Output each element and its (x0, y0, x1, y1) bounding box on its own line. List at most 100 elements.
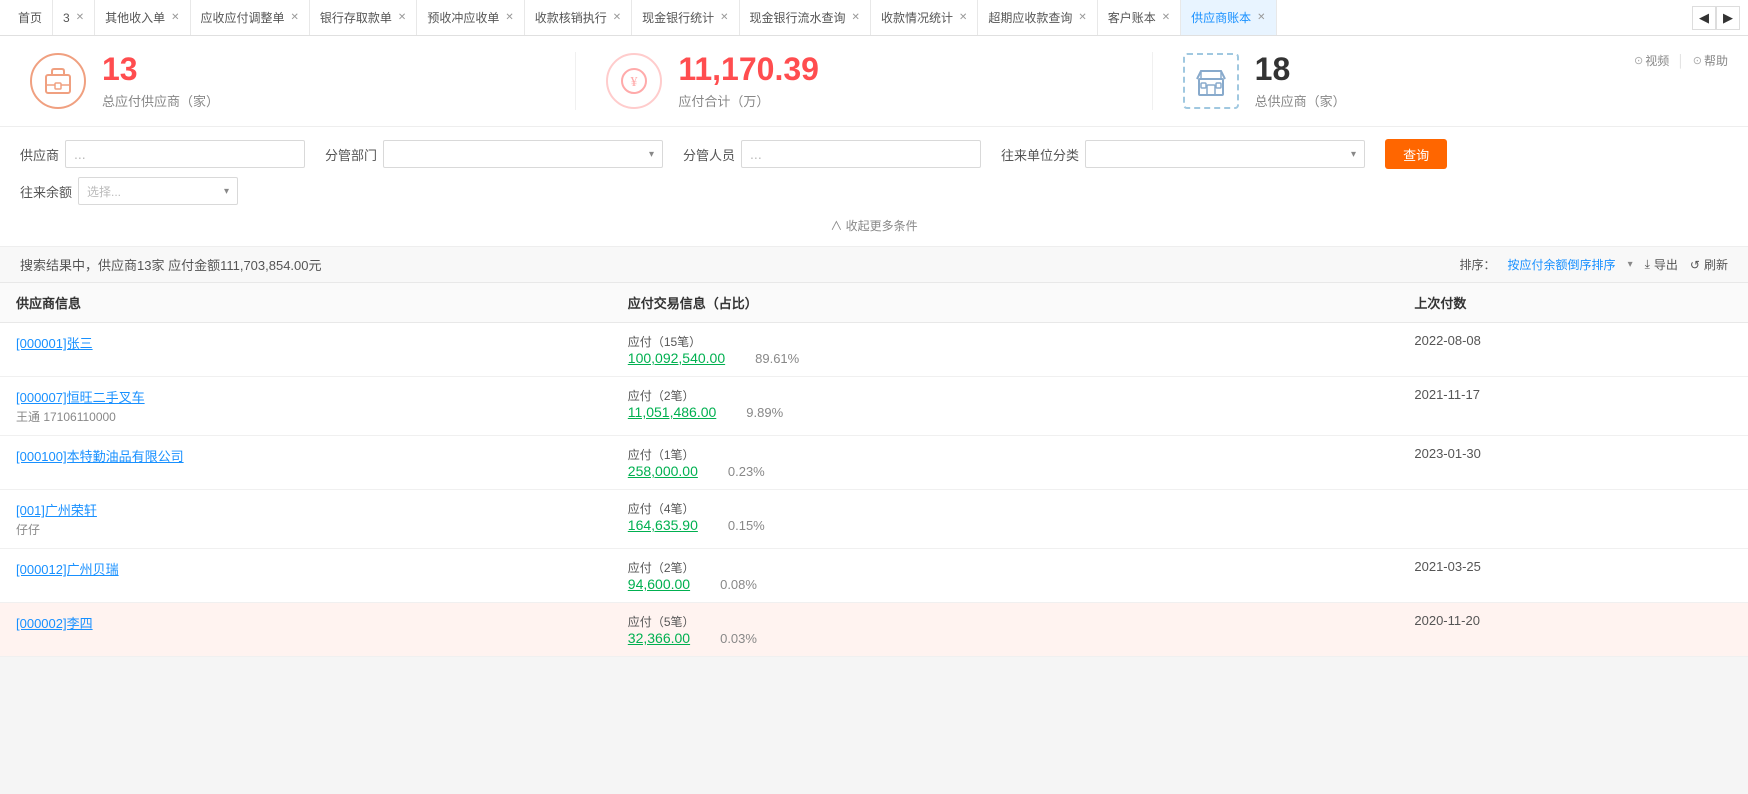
refresh-button[interactable]: ↺ 刷新 (1690, 256, 1728, 273)
nav-tab-customer-account[interactable]: 客户账本 ✕ (1098, 0, 1181, 36)
ap-percent: 0.08% (690, 577, 757, 592)
export-label: 导出 (1654, 256, 1678, 273)
help-icon: ⊙ (1693, 54, 1702, 67)
close-tab-other-income[interactable]: ✕ (171, 12, 179, 23)
supplier-link[interactable]: [000002]李四 (16, 616, 93, 631)
nav-tab-3[interactable]: 3 ✕ (53, 0, 95, 36)
supplier-link[interactable]: [000001]张三 (16, 336, 93, 351)
close-tab-ap-adjust[interactable]: ✕ (291, 12, 299, 23)
filter-area: 供应商 ... 分管部门 ▾ 分管人员 ... 往来单位分类 ▾ (0, 127, 1748, 247)
close-tab-3[interactable]: ✕ (76, 12, 84, 23)
close-tab-cash-bank-stat[interactable]: ✕ (720, 12, 728, 23)
top-navigation: 首页 3 ✕ 其他收入单 ✕ 应收应付调整单 ✕ 银行存取款单 ✕ 预收冲应收单… (0, 0, 1748, 36)
last-pay-date: 2023-01-30 (1414, 446, 1481, 461)
header-actions: ⊙ 视频 │ ⊙ 帮助 (1634, 52, 1728, 69)
supplier-link[interactable]: [000012]广州贝瑞 (16, 562, 119, 577)
amount-icon: ¥ (606, 53, 662, 109)
sort-value[interactable]: 按应付余额倒序排序 (1508, 256, 1616, 273)
ap-amount[interactable]: 94,600.00 (628, 576, 690, 592)
nav-arrow-right[interactable]: ▶ (1716, 6, 1740, 30)
ap-info-cell: 应付（5笔）32,366.000.03% (612, 603, 1399, 657)
collapse-bar[interactable]: ∧ 收起更多条件 (20, 213, 1728, 238)
sort-dropdown-icon[interactable]: ▾ (1628, 259, 1633, 270)
help-link[interactable]: 帮助 (1704, 52, 1728, 69)
result-actions: 排序： 按应付余额倒序排序 ▾ ⤓ 导出 ↺ 刷新 (1460, 256, 1728, 273)
close-tab-customer-account[interactable]: ✕ (1162, 12, 1170, 23)
table-row: [000001]张三 应付（15笔）100,092,540.0089.61% 202… (0, 323, 1748, 377)
ap-amount[interactable]: 164,635.90 (628, 517, 698, 533)
nav-tab-overdue-query[interactable]: 超期应收款查询 ✕ (978, 0, 1097, 36)
close-tab-supplier-account[interactable]: ✕ (1257, 12, 1265, 23)
close-tab-collect-stat[interactable]: ✕ (959, 12, 967, 23)
last-pay-date: 2021-03-25 (1414, 559, 1481, 574)
nav-tab-cash-bank-stat-label: 现金银行统计 (642, 9, 714, 26)
nav-tab-customer-account-label: 客户账本 (1108, 9, 1156, 26)
supplier-filter-input[interactable]: ... (65, 140, 305, 168)
ap-percent: 0.03% (690, 631, 757, 646)
unit-class-filter-select[interactable]: ▾ (1085, 140, 1365, 168)
col-header-ap-info: 应付交易信息（占比） (612, 283, 1399, 323)
stat-block-amount: ¥ 11,170.39 应付合计（万） (576, 52, 1152, 110)
supplier-cell: [000007]恒旺二手叉车王通 17106110000 (0, 377, 612, 436)
nav-tab-collect-verify[interactable]: 收款核销执行 ✕ (525, 0, 632, 36)
supplier-cell: [000100]本特勤油品有限公司 (0, 436, 612, 490)
nav-tab-3-label: 3 (63, 11, 70, 25)
close-tab-collect-verify[interactable]: ✕ (613, 12, 621, 23)
nav-tab-home[interactable]: 首页 (8, 0, 53, 36)
export-button[interactable]: ⤓ 导出 (1645, 256, 1678, 273)
close-tab-cash-bank-flow[interactable]: ✕ (852, 12, 860, 23)
person-filter-input[interactable]: ... (741, 140, 981, 168)
ap-amount[interactable]: 100,092,540.00 (628, 350, 725, 366)
supplier-link[interactable]: [000100]本特勤油品有限公司 (16, 449, 184, 464)
ap-label-row: 应付（15笔） (628, 333, 1383, 350)
last-pay-date: 2020-11-20 (1414, 613, 1480, 628)
ap-count: （1笔） (652, 448, 695, 462)
nav-tab-supplier-account[interactable]: 供应商账本 ✕ (1181, 0, 1276, 36)
nav-arrows: ◀ ▶ (1692, 6, 1740, 30)
nav-tab-prepay-collect[interactable]: 预收冲应收单 ✕ (417, 0, 524, 36)
table-row: [001]广州荣轩仔仔应付（4笔）164,635.900.15% (0, 490, 1748, 549)
nav-tab-other-income[interactable]: 其他收入单 ✕ (95, 0, 190, 36)
close-tab-prepay-collect[interactable]: ✕ (505, 12, 513, 23)
supplier-link[interactable]: [001]广州荣轩 (16, 503, 97, 518)
unit-class-filter-label: 往来单位分类 (1001, 145, 1079, 164)
dept-filter-select[interactable]: ▾ (383, 140, 663, 168)
table-row: [000012]广州贝瑞 应付（2笔）94,600.000.08% 2021-03-… (0, 549, 1748, 603)
ap-count: （4笔） (652, 502, 695, 516)
balance-filter-label: 往来余额 (20, 182, 72, 201)
ap-amount[interactable]: 258,000.00 (628, 463, 698, 479)
close-tab-overdue-query[interactable]: ✕ (1078, 12, 1086, 23)
close-tab-bank-deposit[interactable]: ✕ (398, 12, 406, 23)
nav-tab-ap-adjust[interactable]: 应收应付调整单 ✕ (191, 0, 310, 36)
last-pay-date-cell: 2022-08-08 (1398, 323, 1748, 377)
nav-tab-collect-stat[interactable]: 收款情况统计 ✕ (871, 0, 978, 36)
ap-count: （5笔） (652, 615, 695, 629)
nav-tab-cash-bank-flow-label: 现金银行流水查询 (750, 9, 846, 26)
ap-info-cell: 应付（2笔）11,051,486.009.89% (612, 377, 1399, 436)
ap-info-cell: 应付（4笔）164,635.900.15% (612, 490, 1399, 549)
supplier-link[interactable]: [000007]恒旺二手叉车 (16, 390, 145, 405)
nav-tab-collect-verify-label: 收款核销执行 (535, 9, 607, 26)
stat-content-amount: 11,170.39 应付合计（万） (678, 52, 819, 110)
table-row: [000002]李四 应付（5笔）32,366.000.03% 2020-11-20 (0, 603, 1748, 657)
nav-tab-cash-bank-flow[interactable]: 现金银行流水查询 ✕ (740, 0, 871, 36)
amount-row: 258,000.000.23% (628, 463, 1383, 479)
store-icon (1183, 53, 1239, 109)
ap-percent: 89.61% (725, 351, 799, 366)
video-icon: ⊙ (1634, 54, 1643, 67)
table-row: [000100]本特勤油品有限公司应付（1笔）258,000.000.23%20… (0, 436, 1748, 490)
balance-dropdown-icon: ▾ (224, 186, 229, 197)
nav-arrow-left[interactable]: ◀ (1692, 6, 1716, 30)
ap-amount[interactable]: 11,051,486.00 (628, 404, 717, 420)
nav-tab-cash-bank-stat[interactable]: 现金银行统计 ✕ (632, 0, 739, 36)
video-link[interactable]: 视频 (1645, 52, 1669, 69)
ap-info-cell: 应付（2笔）94,600.000.08% (612, 549, 1399, 603)
supplier-sub-info: 仔仔 (16, 521, 596, 538)
query-button[interactable]: 查询 (1385, 139, 1447, 169)
nav-tab-bank-deposit[interactable]: 银行存取款单 ✕ (310, 0, 417, 36)
last-pay-date: 2021-11-17 (1414, 387, 1480, 402)
ap-label: 应付 (628, 615, 652, 629)
ap-amount[interactable]: 32,366.00 (628, 630, 690, 646)
balance-filter-select[interactable]: 选择... ▾ (78, 177, 238, 205)
ap-percent: 0.15% (698, 518, 765, 533)
